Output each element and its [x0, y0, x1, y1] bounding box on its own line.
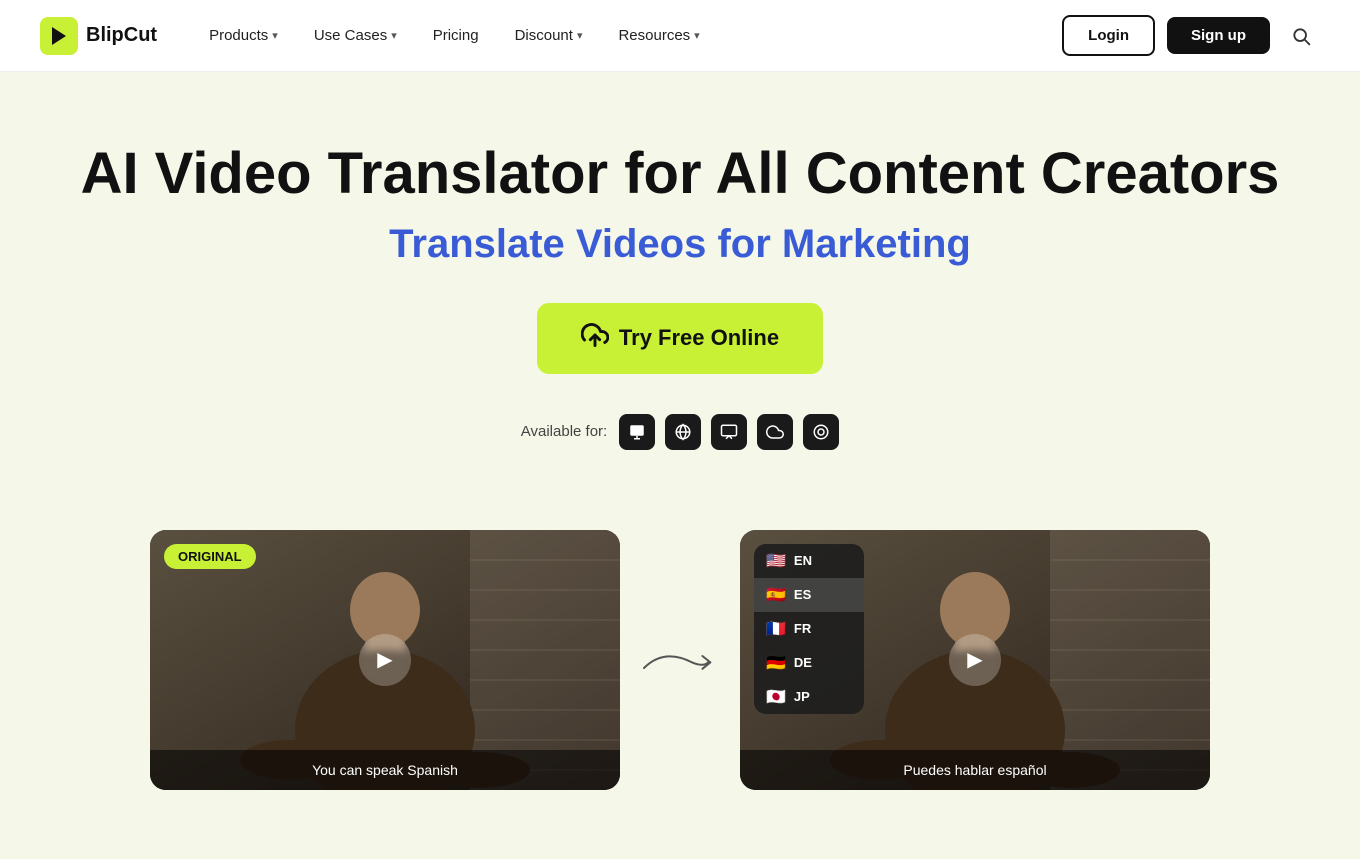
chevron-down-icon: ▾ — [694, 29, 700, 42]
original-video-card: ▶ ORIGINAL You can speak Spanish — [150, 530, 620, 790]
brand-name: BlipCut — [86, 24, 157, 47]
arrow-connector — [620, 640, 740, 680]
translated-subtitle-text: Puedes hablar español — [903, 762, 1046, 778]
video-section: ▶ ORIGINAL You can speak Spanish — [0, 510, 1360, 850]
lang-code-es: ES — [794, 587, 811, 602]
flag-es: 🇪🇸 — [766, 585, 786, 605]
platform-icon-1 — [619, 414, 655, 450]
login-button[interactable]: Login — [1062, 15, 1155, 56]
language-dropdown: 🇺🇸 EN 🇪🇸 ES 🇫🇷 FR 🇩🇪 DE 🇯🇵 JP — [754, 544, 864, 714]
flag-jp: 🇯🇵 — [766, 687, 786, 707]
original-subtitle-text: You can speak Spanish — [312, 762, 458, 778]
original-play-button[interactable]: ▶ — [359, 634, 411, 686]
nav-pricing[interactable]: Pricing — [417, 19, 495, 52]
original-subtitle-bar: You can speak Spanish — [150, 750, 620, 790]
translated-play-button[interactable]: ▶ — [949, 634, 1001, 686]
lang-item-de[interactable]: 🇩🇪 DE — [754, 646, 864, 680]
platform-icon-5 — [803, 414, 839, 450]
lang-code-jp: JP — [794, 689, 810, 704]
cta-label: Try Free Online — [619, 325, 779, 351]
nav-actions: Login Sign up — [1062, 15, 1320, 56]
search-icon — [1291, 26, 1311, 46]
platform-icon-4 — [757, 414, 793, 450]
nav-use-cases[interactable]: Use Cases ▾ — [298, 19, 413, 52]
flag-fr: 🇫🇷 — [766, 619, 786, 639]
flag-en: 🇺🇸 — [766, 551, 786, 571]
translated-video-card: ▶ 🇺🇸 EN 🇪🇸 ES 🇫🇷 FR 🇩🇪 DE 🇯🇵 JP — [740, 530, 1210, 790]
signup-button[interactable]: Sign up — [1167, 17, 1270, 54]
lang-code-fr: FR — [794, 621, 811, 636]
chevron-down-icon: ▾ — [272, 29, 278, 42]
lang-code-en: EN — [794, 553, 812, 568]
nav-resources[interactable]: Resources ▾ — [602, 19, 715, 52]
platform-icons — [619, 414, 839, 450]
chevron-down-icon: ▾ — [391, 29, 397, 42]
lang-item-fr[interactable]: 🇫🇷 FR — [754, 612, 864, 646]
hero-subtitle-dynamic: Marketing — [782, 222, 971, 266]
available-label: Available for: — [521, 423, 607, 440]
platform-icon-3 — [711, 414, 747, 450]
translation-arrow-icon — [635, 640, 725, 680]
hero-subtitle: Translate Videos for Marketing — [20, 222, 1340, 267]
logo-link[interactable]: BlipCut — [40, 17, 157, 55]
hero-section: AI Video Translator for All Content Crea… — [0, 72, 1360, 510]
lang-item-jp[interactable]: 🇯🇵 JP — [754, 680, 864, 714]
hero-subtitle-static: Translate Videos for — [389, 222, 771, 266]
nav-links: Products ▾ Use Cases ▾ Pricing Discount … — [193, 19, 1062, 52]
search-button[interactable] — [1282, 17, 1320, 55]
original-badge: ORIGINAL — [164, 544, 256, 569]
upload-cloud-icon — [581, 321, 609, 356]
translated-subtitle-bar: Puedes hablar español — [740, 750, 1210, 790]
lang-code-de: DE — [794, 655, 812, 670]
lang-item-es[interactable]: 🇪🇸 ES — [754, 578, 864, 612]
cta-button[interactable]: Try Free Online — [537, 303, 823, 374]
logo-icon — [40, 17, 78, 55]
flag-de: 🇩🇪 — [766, 653, 786, 673]
navbar: BlipCut Products ▾ Use Cases ▾ Pricing D… — [0, 0, 1360, 72]
platform-icon-2 — [665, 414, 701, 450]
chevron-down-icon: ▾ — [577, 29, 583, 42]
lang-item-en[interactable]: 🇺🇸 EN — [754, 544, 864, 578]
nav-discount[interactable]: Discount ▾ — [499, 19, 599, 52]
available-for-bar: Available for: — [20, 414, 1340, 450]
nav-products[interactable]: Products ▾ — [193, 19, 294, 52]
hero-title: AI Video Translator for All Content Crea… — [20, 142, 1340, 206]
